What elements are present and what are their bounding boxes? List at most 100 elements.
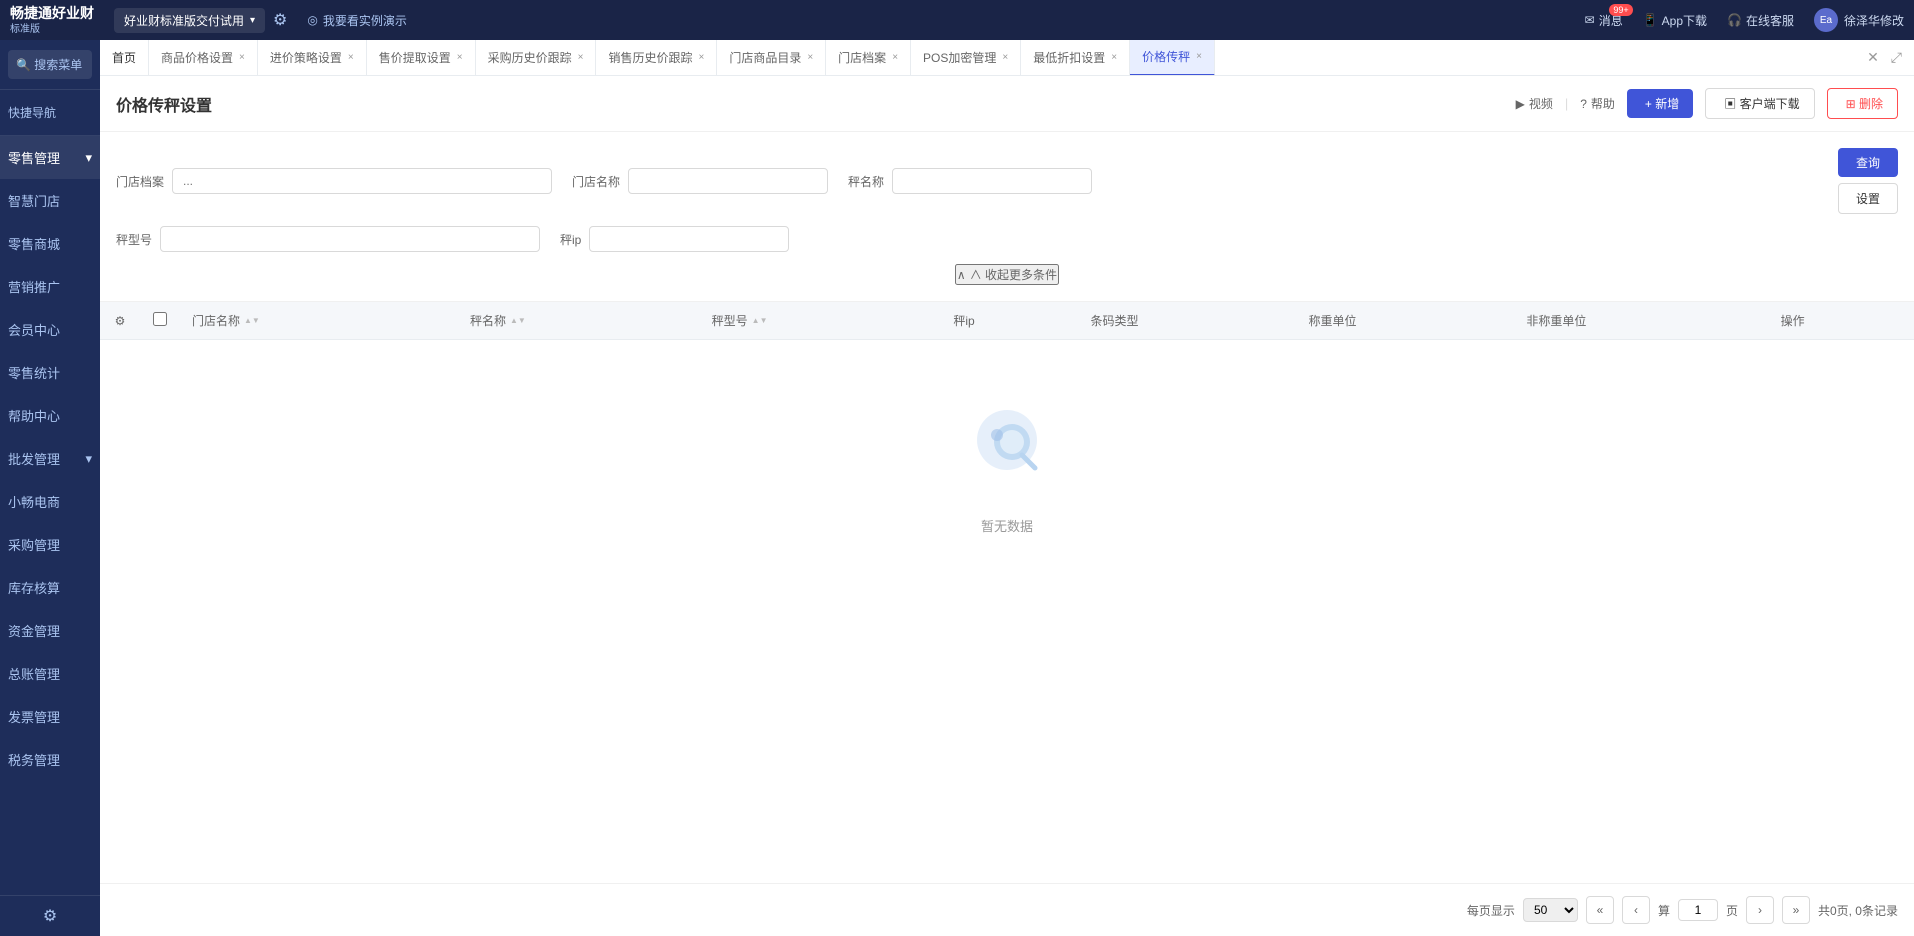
divider: | xyxy=(1565,96,1568,111)
scale-name-input[interactable] xyxy=(892,168,1092,194)
tab-close-1[interactable]: × xyxy=(239,52,245,63)
tab-3[interactable]: 售价提取设置× xyxy=(367,40,476,76)
search-menu-button[interactable]: 🔍 搜索菜单 xyxy=(8,50,92,79)
filter-row-1: 门店档案 门店名称 秤名称 查询 xyxy=(116,148,1898,214)
filter-scale-name: 秤名称 xyxy=(848,148,1092,214)
close-tab-button[interactable]: ✕ xyxy=(1863,45,1883,70)
page-title: 价格传秤设置 xyxy=(116,92,212,116)
pagination: 每页显示 10 20 50 100 « ‹ 算 页 xyxy=(100,883,1914,936)
expand-icon: ▾ xyxy=(85,451,92,467)
page-content: 价格传秤设置 ▶ 视频 | ? 帮助 + 新增 xyxy=(100,76,1914,936)
version-settings-button[interactable]: ⚙ xyxy=(273,10,287,30)
prev-page-button[interactable]: ‹ xyxy=(1622,896,1650,924)
top-bar: 畅捷通好业财 标准版 好业财标准版交付试用 ▾ ⚙ ◎ 我要看实例演示 ✉ 消息… xyxy=(0,0,1914,40)
tab-4[interactable]: 采购历史价跟踪× xyxy=(476,40,597,76)
add-button[interactable]: + 新增 xyxy=(1627,89,1693,118)
prev-page-icon: ‹ xyxy=(1634,903,1638,917)
message-button[interactable]: ✉ 消息 99+ xyxy=(1585,12,1623,29)
sidebar-item-0[interactable]: 零售管理▾ xyxy=(0,136,100,179)
delete-button[interactable]: ⊞ 删除 xyxy=(1827,88,1898,119)
version-selector[interactable]: 好业财标准版交付试用 ▾ xyxy=(114,8,265,33)
scale-ip-input[interactable] xyxy=(589,226,789,252)
sidebar-item-14[interactable]: 税务管理 xyxy=(0,738,100,781)
scale-ip-label: 秤ip xyxy=(560,231,581,248)
sidebar-item-5[interactable]: 零售统计 xyxy=(0,351,100,394)
sidebar-item-13[interactable]: 发票管理 xyxy=(0,695,100,738)
tab-label-6: 门店商品目录 xyxy=(729,49,801,66)
tab-10[interactable]: 价格传秤 × xyxy=(1130,40,1215,76)
tab-close-7[interactable]: × xyxy=(892,52,898,63)
tab-close-3[interactable]: × xyxy=(457,52,463,63)
demo-icon: ◎ xyxy=(307,13,317,27)
download-button[interactable]: ▣ 客户端下载 xyxy=(1705,88,1814,119)
tab-close-6[interactable]: × xyxy=(807,52,813,63)
tab-2[interactable]: 进价策略设置× xyxy=(258,40,367,76)
filter-row-2: 秤型号 秤ip xyxy=(116,226,1898,252)
tab-label-0: 首页 xyxy=(112,49,136,66)
tab-8[interactable]: POS加密管理× xyxy=(911,40,1021,76)
tab-6[interactable]: 门店商品目录 × xyxy=(717,40,826,76)
page-input[interactable] xyxy=(1678,899,1718,921)
online-service-label: 在线客服 xyxy=(1746,12,1794,29)
demo-button[interactable]: ◎ 我要看实例演示 xyxy=(307,12,407,29)
sidebar-item-3[interactable]: 营销推广 xyxy=(0,265,100,308)
tab-label-5: 销售历史价跟踪 xyxy=(608,49,692,66)
tab-label-1: 商品价格设置 xyxy=(161,49,233,66)
th-scale-ip: 秤ip xyxy=(941,302,1078,340)
tab-close-4[interactable]: × xyxy=(578,52,584,63)
query-button[interactable]: 查询 xyxy=(1838,148,1898,177)
maximize-tab-button[interactable]: ⤢ xyxy=(1887,45,1906,70)
scale-model-input[interactable] xyxy=(160,226,540,252)
tab-5[interactable]: 销售历史价跟踪 × xyxy=(596,40,717,76)
store-name-input[interactable] xyxy=(628,168,828,194)
main-layout: 🔍 搜索菜单 快捷导航 零售管理▾智慧门店零售商城营销推广会员中心零售统计帮助中… xyxy=(0,40,1914,936)
sidebar-item-10[interactable]: 库存核算 xyxy=(0,566,100,609)
next-page-icon: › xyxy=(1758,903,1762,917)
last-page-button[interactable]: » xyxy=(1782,896,1810,924)
content-area: 首页商品价格设置×进价策略设置×售价提取设置×采购历史价跟踪×销售历史价跟踪×门… xyxy=(100,40,1914,936)
tab-1[interactable]: 商品价格设置 × xyxy=(149,40,258,76)
settings-button[interactable]: 设置 xyxy=(1838,183,1898,214)
sidebar-item-6[interactable]: 帮助中心 xyxy=(0,394,100,437)
tab-close-10[interactable]: × xyxy=(1196,51,1202,62)
sort-icon: ▲▼ xyxy=(752,316,768,325)
tab-close-5[interactable]: × xyxy=(698,52,704,63)
per-page-select[interactable]: 10 20 50 100 xyxy=(1523,898,1578,922)
sidebar-item-9[interactable]: 采购管理 xyxy=(0,523,100,566)
sidebar-item-11[interactable]: 资金管理 xyxy=(0,609,100,652)
tab-7[interactable]: 门店档案× xyxy=(826,40,911,76)
per-page-label: 每页显示 xyxy=(1467,902,1515,919)
th-checkbox xyxy=(140,302,180,340)
tab-0[interactable]: 首页 xyxy=(100,40,149,76)
sidebar-item-1[interactable]: 智慧门店 xyxy=(0,179,100,222)
first-page-button[interactable]: « xyxy=(1586,896,1614,924)
table-settings-icon[interactable]: ⚙ xyxy=(115,314,126,328)
quick-nav-button[interactable]: 快捷导航 xyxy=(0,98,100,127)
th-store-name: 门店名称 ▲▼ xyxy=(180,302,458,340)
store-file-input[interactable] xyxy=(172,168,552,194)
tab-close-2[interactable]: × xyxy=(348,52,354,63)
video-link[interactable]: ▶ 视频 xyxy=(1516,95,1553,112)
user-area[interactable]: Ea 徐泽华修改 xyxy=(1814,8,1904,32)
collapse-button[interactable]: ∧ ∧ 收起更多条件 xyxy=(955,264,1059,285)
online-service-button[interactable]: 🎧 在线客服 xyxy=(1727,12,1794,29)
app-download-label: App下载 xyxy=(1662,12,1707,29)
settings-icon[interactable]: ⚙ xyxy=(43,908,57,925)
tab-9[interactable]: 最低折扣设置× xyxy=(1021,40,1130,76)
tab-close-8[interactable]: × xyxy=(1002,52,1008,63)
avatar: Ea xyxy=(1814,8,1838,32)
table-container: ⚙ 门店名称 ▲▼ xyxy=(100,302,1914,883)
next-page-button[interactable]: › xyxy=(1746,896,1774,924)
quick-nav-area: 快捷导航 xyxy=(0,90,100,136)
tab-label-10: 价格传秤 xyxy=(1142,48,1190,65)
sidebar-item-4[interactable]: 会员中心 xyxy=(0,308,100,351)
sidebar-item-2[interactable]: 零售商城 xyxy=(0,222,100,265)
tab-close-9[interactable]: × xyxy=(1111,52,1117,63)
app-download-button[interactable]: 📱 App下载 xyxy=(1643,12,1707,29)
sidebar-item-12[interactable]: 总账管理 xyxy=(0,652,100,695)
sidebar-item-7[interactable]: 批发管理▾ xyxy=(0,437,100,480)
sidebar-item-8[interactable]: 小畅电商 xyxy=(0,480,100,523)
help-link[interactable]: ? 帮助 xyxy=(1580,95,1615,112)
select-all-checkbox[interactable] xyxy=(153,312,167,326)
version-label: 好业财标准版交付试用 xyxy=(124,12,244,29)
